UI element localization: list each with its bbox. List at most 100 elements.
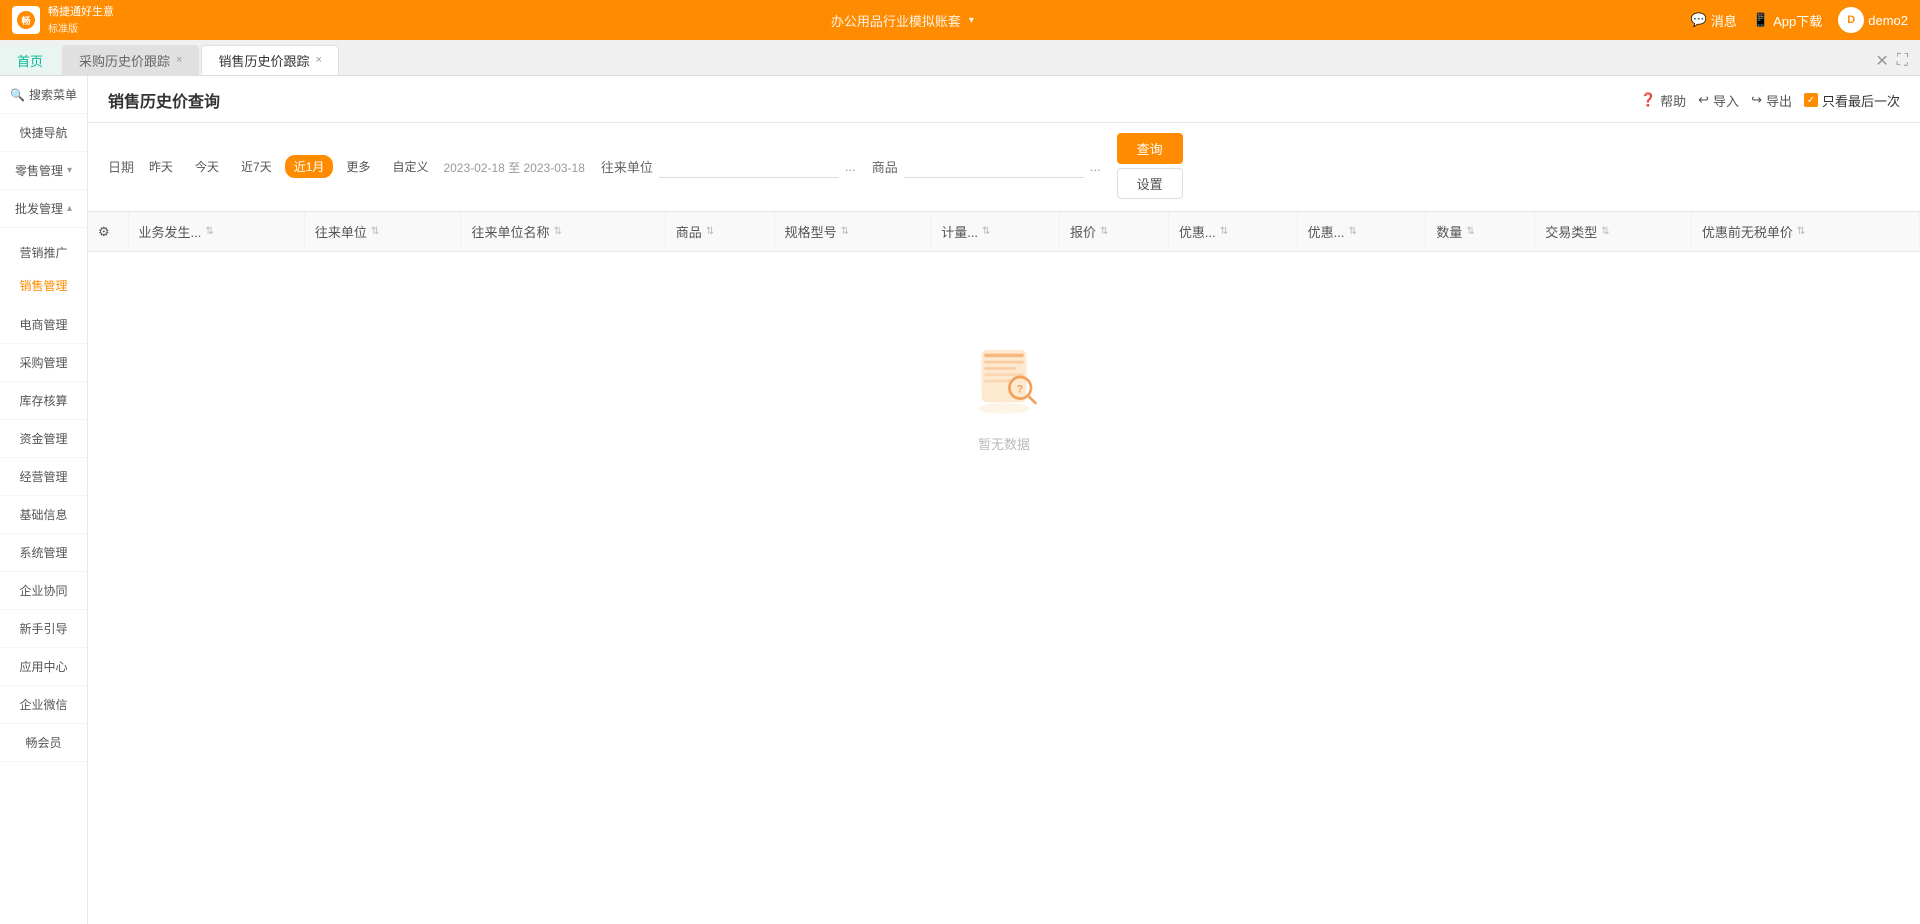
sidebar-item-corp-wechat[interactable]: 企业微信 <box>0 686 87 724</box>
sidebar-item-marketing[interactable]: 营销推广 <box>4 236 83 269</box>
tab-sales-history-close[interactable]: × <box>315 54 321 66</box>
query-button[interactable]: 查询 <box>1117 133 1183 164</box>
help-label: 帮助 <box>1660 91 1686 110</box>
message-button[interactable]: 💬 消息 <box>1691 11 1737 30</box>
sidebar-item-newbie[interactable]: 新手引导 <box>0 610 87 648</box>
table-header-row: ⚙ 业务发生... ⇅ 往来单位 ⇅ <box>88 212 1920 252</box>
sidebar-item-search-menu[interactable]: 🔍 搜索菜单 <box>0 76 87 114</box>
tab-maximize-icon[interactable]: ⛶ <box>1897 52 1908 70</box>
sort-icon-trade-type[interactable]: ⇅ <box>1601 226 1609 237</box>
sidebar-item-sys-mgmt[interactable]: 系统管理 <box>0 534 87 572</box>
sort-icon-spec[interactable]: ⇅ <box>841 226 849 237</box>
settings-button[interactable]: 设置 <box>1117 168 1183 199</box>
sales-mgmt-label: 销售管理 <box>19 279 67 293</box>
sidebar-item-sales-mgmt[interactable]: 销售管理 <box>4 269 83 302</box>
sidebar-item-enterprise[interactable]: 企业协同 <box>0 572 87 610</box>
sort-icon-unit[interactable]: ⇅ <box>982 226 990 237</box>
empty-text: 暂无数据 <box>978 434 1030 453</box>
col-goods: 商品 ⇅ <box>665 212 774 252</box>
app-download-button[interactable]: 📱 App下载 <box>1753 11 1822 30</box>
sort-icon-goods[interactable]: ⇅ <box>706 226 714 237</box>
sort-icon-biz-date[interactable]: ⇅ <box>205 226 213 237</box>
app-title-area[interactable]: 办公用品行业模拟账套 ▾ <box>831 11 974 30</box>
wholesale-label: 批发管理 <box>15 200 63 217</box>
goods-filter-group: 商品 ... <box>872 154 1101 178</box>
sort-icon-partner-code[interactable]: ⇅ <box>371 226 379 237</box>
enterprise-label: 企业协同 <box>19 582 67 599</box>
page-actions: ❓ 帮助 ↩ 导入 ↪ 导出 ✓ 只看最后一次 <box>1640 91 1900 110</box>
empty-state: ? 暂无数据 <box>88 252 1920 533</box>
date-btn-custom[interactable]: 自定义 <box>383 155 437 178</box>
tab-purchase-history[interactable]: 采购历史价跟踪 × <box>62 45 199 75</box>
user-name: demo2 <box>1868 13 1908 28</box>
date-filter-group: 日期 昨天 今天 近7天 近1月 更多 自定义 2023-02-18 至 202… <box>108 155 585 178</box>
sidebar-item-basic-info[interactable]: 基础信息 <box>0 496 87 534</box>
sidebar-item-quick-nav[interactable]: 快捷导航 <box>0 114 87 152</box>
sort-icon-quote[interactable]: ⇅ <box>1100 226 1108 237</box>
goods-filter-ellipsis[interactable]: ... <box>1090 159 1101 174</box>
sidebar-item-operations[interactable]: 经营管理 <box>0 458 87 496</box>
only-last-checkbox[interactable]: ✓ <box>1804 93 1818 107</box>
only-last-label: 只看最后一次 <box>1822 91 1900 110</box>
sort-icon-qty[interactable]: ⇅ <box>1466 226 1474 237</box>
ecommerce-label: 电商管理 <box>19 316 67 333</box>
sidebar-item-retail[interactable]: 零售管理 ▾ <box>0 152 87 190</box>
partner-filter-input[interactable] <box>659 154 839 178</box>
sidebar-item-wholesale[interactable]: 批发管理 ▴ <box>0 190 87 228</box>
empty-illustration: ? <box>959 332 1049 422</box>
date-btn-today[interactable]: 今天 <box>186 155 228 178</box>
sys-mgmt-label: 系统管理 <box>19 544 67 561</box>
table-settings-icon[interactable]: ⚙ <box>98 224 110 239</box>
tab-close-all-icon[interactable]: ✕ <box>1875 51 1888 71</box>
main-layout: 🔍 搜索菜单 快捷导航 零售管理 ▾ 批发管理 ▴ 营销推广 销售管理 电商管理… <box>0 76 1920 924</box>
data-table: ⚙ 业务发生... ⇅ 往来单位 ⇅ <box>88 212 1920 252</box>
app-title: 办公用品行业模拟账套 <box>831 11 961 30</box>
sidebar-item-app-center[interactable]: 应用中心 <box>0 648 87 686</box>
app-center-label: 应用中心 <box>19 658 67 675</box>
sidebar-item-ecommerce[interactable]: 电商管理 <box>0 306 87 344</box>
page-title: 销售历史价查询 <box>108 88 220 112</box>
export-button[interactable]: ↪ 导出 <box>1751 91 1792 110</box>
sidebar-item-member[interactable]: 畅会员 <box>0 724 87 762</box>
sidebar-search-label: 搜索菜单 <box>29 86 77 103</box>
tab-sales-history[interactable]: 销售历史价跟踪 × <box>201 45 338 75</box>
corp-wechat-label: 企业微信 <box>19 696 67 713</box>
page-header: 销售历史价查询 ❓ 帮助 ↩ 导入 ↪ 导出 ✓ <box>88 76 1920 123</box>
message-label: 消息 <box>1711 11 1737 30</box>
col-settings[interactable]: ⚙ <box>88 212 128 252</box>
col-biz-date: 业务发生... ⇅ <box>128 212 304 252</box>
sort-icon-discount1[interactable]: ⇅ <box>1220 226 1228 237</box>
svg-text:?: ? <box>1017 383 1024 395</box>
tab-bar: 首页 采购历史价跟踪 × 销售历史价跟踪 × ✕ ⛶ <box>0 40 1920 76</box>
tab-purchase-history-close[interactable]: × <box>176 54 182 66</box>
partner-filter-label: 往来单位 <box>601 157 653 176</box>
table-wrap: ⚙ 业务发生... ⇅ 往来单位 ⇅ <box>88 212 1920 924</box>
wholesale-arrow-icon: ▴ <box>67 203 72 214</box>
col-unit: 计量... ⇅ <box>931 212 1060 252</box>
sidebar-item-finance[interactable]: 资金管理 <box>0 420 87 458</box>
search-menu-icon: 🔍 <box>10 88 25 102</box>
retail-label: 零售管理 <box>15 162 63 179</box>
tab-bar-right-actions: ✕ ⛶ <box>1875 51 1920 75</box>
sort-icon-discount2[interactable]: ⇅ <box>1348 226 1356 237</box>
sidebar: 🔍 搜索菜单 快捷导航 零售管理 ▾ 批发管理 ▴ 营销推广 销售管理 电商管理… <box>0 76 88 924</box>
date-btn-1month[interactable]: 近1月 <box>285 155 334 178</box>
sidebar-item-inventory[interactable]: 库存核算 <box>0 382 87 420</box>
sidebar-item-purchase[interactable]: 采购管理 <box>0 344 87 382</box>
sidebar-wholesale-expanded: 营销推广 销售管理 <box>0 228 87 306</box>
app-title-dropdown-icon[interactable]: ▾ <box>969 15 974 26</box>
goods-filter-input[interactable] <box>904 154 1084 178</box>
date-btn-yesterday[interactable]: 昨天 <box>140 155 182 178</box>
sort-icon-pretax-price[interactable]: ⇅ <box>1797 226 1805 237</box>
help-icon: ❓ <box>1640 92 1656 108</box>
user-profile-button[interactable]: D demo2 <box>1838 7 1908 33</box>
sort-icon-partner-name[interactable]: ⇅ <box>554 226 562 237</box>
import-button[interactable]: ↩ 导入 <box>1698 91 1739 110</box>
partner-filter-ellipsis[interactable]: ... <box>845 159 856 174</box>
tab-home[interactable]: 首页 <box>0 45 60 75</box>
help-button[interactable]: ❓ 帮助 <box>1640 91 1686 110</box>
app-download-icon: 📱 <box>1753 12 1769 28</box>
only-last-checkbox-wrap[interactable]: ✓ 只看最后一次 <box>1804 91 1900 110</box>
date-btn-7days[interactable]: 近7天 <box>232 155 281 178</box>
date-btn-more[interactable]: 更多 <box>337 155 379 178</box>
